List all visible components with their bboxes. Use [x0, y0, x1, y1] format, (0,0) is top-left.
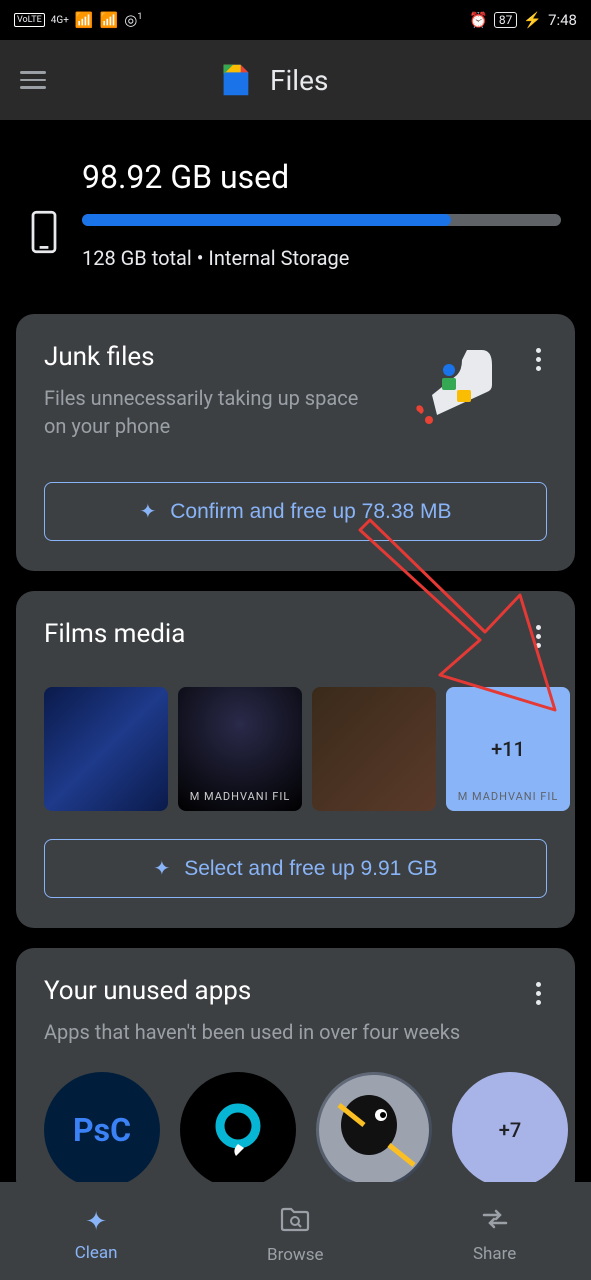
- films-card-title: Films media: [44, 619, 185, 649]
- sparkle-icon: ✦: [85, 1207, 107, 1237]
- junk-card-menu-button[interactable]: [530, 342, 547, 377]
- hotspot-icon: ◎1: [124, 11, 142, 29]
- films-media-card: Films media M MADHVANI FIL +11 M MADHVAN…: [16, 591, 575, 928]
- app-icon-3[interactable]: [316, 1072, 432, 1188]
- app-icon-more[interactable]: +7: [452, 1072, 568, 1188]
- menu-button[interactable]: [20, 71, 46, 89]
- storage-progress-fill: [82, 214, 451, 226]
- nav-clean[interactable]: ✦ Clean: [75, 1207, 118, 1263]
- app-bar: Files: [0, 40, 591, 120]
- apps-card-title: Your unused apps: [44, 976, 460, 1006]
- phone-icon: [30, 210, 58, 258]
- signal-bars-2-icon: 📶: [100, 11, 119, 29]
- clock-time: 7:48: [548, 11, 577, 29]
- film-thumbnail-3[interactable]: [312, 687, 436, 811]
- storage-used-label: 98.92 GB used: [82, 158, 561, 196]
- unused-apps-card: Your unused apps Apps that haven't been …: [16, 948, 575, 1198]
- charging-icon: ⚡: [523, 11, 542, 29]
- status-bar: VoLTE 4G+ 📶 📶 ◎1 ⏰ 87 ⚡ 7:48: [0, 0, 591, 40]
- bottom-navigation: ✦ Clean Browse Share: [0, 1182, 591, 1280]
- apps-card-subtitle: Apps that haven't been used in over four…: [44, 1018, 460, 1046]
- sparkle-icon: ✦: [139, 499, 156, 524]
- films-card-menu-button[interactable]: [530, 619, 547, 654]
- storage-summary: 98.92 GB used 128 GB total • Internal St…: [0, 120, 591, 314]
- app-icon-photoshop-camera[interactable]: PsC: [44, 1072, 160, 1188]
- storage-progress-bar: [82, 214, 561, 226]
- film-thumbnail-1[interactable]: [44, 687, 168, 811]
- signal-bars-icon: 📶: [75, 11, 94, 29]
- files-logo-icon: [216, 61, 254, 99]
- select-free-up-button[interactable]: ✦ Select and free up 9.91 GB: [44, 839, 547, 898]
- film-thumbnail-more[interactable]: +11 M MADHVANI FIL: [446, 687, 570, 811]
- storage-total-label: 128 GB total • Internal Storage: [82, 246, 561, 270]
- sparkle-icon: ✦: [153, 856, 170, 881]
- nav-browse[interactable]: Browse: [267, 1206, 323, 1265]
- alarm-icon: ⏰: [469, 11, 488, 29]
- junk-card-subtitle: Files unnecessarily taking up space on y…: [44, 384, 384, 440]
- signal-4g-icon: 4G+: [51, 15, 69, 26]
- junk-card-title: Junk files: [44, 342, 384, 372]
- app-icon-2[interactable]: [180, 1072, 296, 1188]
- app-title: Files: [270, 64, 328, 97]
- apps-card-menu-button[interactable]: [530, 976, 547, 1011]
- broom-icon: [407, 340, 507, 444]
- junk-files-card: Junk files Files unnecessarily taking up…: [16, 314, 575, 571]
- volte-indicator: VoLTE: [14, 13, 45, 27]
- confirm-free-up-button[interactable]: ✦ Confirm and free up 78.38 MB: [44, 482, 547, 541]
- film-thumbnail-2[interactable]: M MADHVANI FIL: [178, 687, 302, 811]
- share-arrows-icon: [480, 1207, 510, 1238]
- battery-indicator: 87: [494, 12, 518, 28]
- folder-search-icon: [280, 1206, 310, 1239]
- nav-share[interactable]: Share: [473, 1207, 516, 1264]
